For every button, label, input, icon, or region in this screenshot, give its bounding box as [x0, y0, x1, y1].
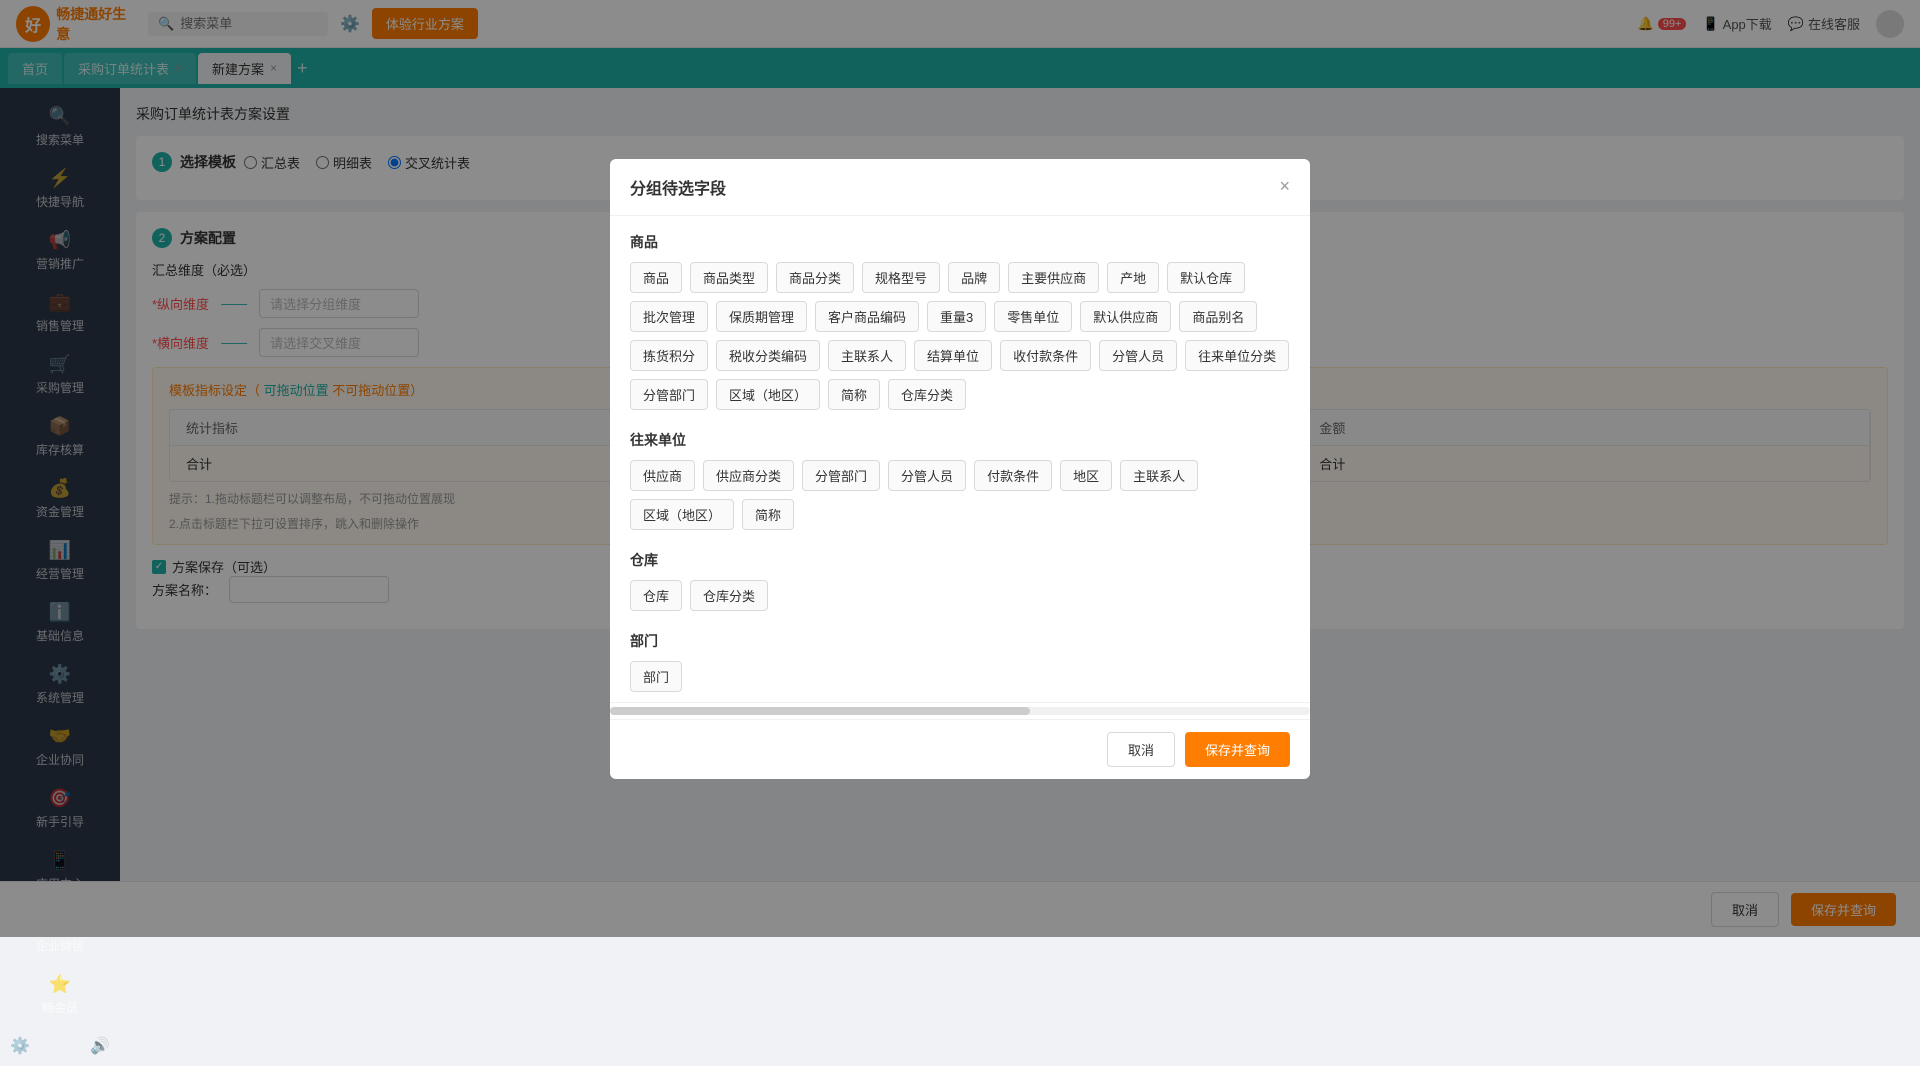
- field-tag[interactable]: 拣货积分: [630, 340, 708, 371]
- field-tag[interactable]: 供应商分类: [703, 460, 794, 491]
- field-tag[interactable]: 部门: [630, 661, 682, 692]
- field-tag[interactable]: 商品分类: [776, 262, 854, 293]
- modal: 分组待选字段 × 商品 商品 商品类型 商品分类 规格型号 品牌 主要供应商 产…: [610, 159, 1310, 779]
- field-tag[interactable]: 商品: [630, 262, 682, 293]
- field-tag[interactable]: 重量3: [927, 301, 986, 332]
- field-group-partner: 往来单位 供应商 供应商分类 分管部门 分管人员 付款条件 地区 主联系人 区域…: [630, 430, 1290, 530]
- field-tag[interactable]: 区域（地区）: [630, 499, 734, 530]
- field-tag[interactable]: 分管人员: [888, 460, 966, 491]
- modal-header: 分组待选字段 ×: [610, 159, 1310, 216]
- field-tags-warehouse: 仓库 仓库分类: [630, 580, 1290, 611]
- sidebar-item-member-label: 畅会员: [42, 999, 78, 1016]
- field-tag[interactable]: 主要供应商: [1008, 262, 1099, 293]
- modal-save-button[interactable]: 保存并查询: [1185, 732, 1290, 767]
- hscroll-thumb: [610, 707, 1030, 715]
- field-tag[interactable]: 规格型号: [862, 262, 940, 293]
- field-tag[interactable]: 往来单位分类: [1185, 340, 1289, 371]
- field-tag[interactable]: 付款条件: [974, 460, 1052, 491]
- field-tag[interactable]: 仓库: [630, 580, 682, 611]
- field-group-department-title: 部门: [630, 631, 1290, 651]
- field-tag[interactable]: 保质期管理: [716, 301, 807, 332]
- horizontal-scrollbar[interactable]: [610, 707, 1310, 715]
- field-group-department: 部门 部门: [630, 631, 1290, 692]
- field-tag[interactable]: 仓库分类: [690, 580, 768, 611]
- field-tag[interactable]: 产地: [1107, 262, 1159, 293]
- field-tag[interactable]: 简称: [742, 499, 794, 530]
- field-group-warehouse: 仓库 仓库 仓库分类: [630, 550, 1290, 611]
- field-tag[interactable]: 区域（地区）: [716, 379, 820, 410]
- field-tag[interactable]: 仓库分类: [888, 379, 966, 410]
- field-tag[interactable]: 主联系人: [1120, 460, 1198, 491]
- sidebar-item-member[interactable]: ⭐ 畅会员: [0, 964, 120, 1026]
- field-tag[interactable]: 分管部门: [630, 379, 708, 410]
- field-tag[interactable]: 商品类型: [690, 262, 768, 293]
- field-tag[interactable]: 地区: [1060, 460, 1112, 491]
- modal-footer: 取消 保存并查询: [610, 719, 1310, 779]
- field-tag[interactable]: 默认供应商: [1080, 301, 1171, 332]
- modal-close-button[interactable]: ×: [1279, 176, 1290, 197]
- audio-icon[interactable]: 🔊: [90, 1036, 110, 1056]
- field-tag[interactable]: 批次管理: [630, 301, 708, 332]
- field-group-product-title: 商品: [630, 232, 1290, 252]
- field-tag[interactable]: 结算单位: [914, 340, 992, 371]
- modal-title: 分组待选字段: [630, 175, 726, 199]
- field-tag[interactable]: 收付款条件: [1000, 340, 1091, 371]
- field-tags-department: 部门: [630, 661, 1290, 692]
- field-group-warehouse-title: 仓库: [630, 550, 1290, 570]
- field-tag[interactable]: 税收分类编码: [716, 340, 820, 371]
- modal-overlay: 分组待选字段 × 商品 商品 商品类型 商品分类 规格型号 品牌 主要供应商 产…: [0, 0, 1920, 937]
- field-group-partner-title: 往来单位: [630, 430, 1290, 450]
- field-tags-partner: 供应商 供应商分类 分管部门 分管人员 付款条件 地区 主联系人 区域（地区） …: [630, 460, 1290, 530]
- field-tag[interactable]: 商品别名: [1179, 301, 1257, 332]
- field-tag[interactable]: 品牌: [948, 262, 1000, 293]
- field-group-product: 商品 商品 商品类型 商品分类 规格型号 品牌 主要供应商 产地 默认仓库 批次…: [630, 232, 1290, 410]
- field-tag[interactable]: 主联系人: [828, 340, 906, 371]
- field-tag[interactable]: 供应商: [630, 460, 695, 491]
- field-tag[interactable]: 分管部门: [802, 460, 880, 491]
- member-icon: ⭐: [49, 974, 71, 995]
- field-tag[interactable]: 默认仓库: [1167, 262, 1245, 293]
- modal-cancel-button[interactable]: 取消: [1107, 732, 1175, 767]
- sidebar-bottom: ⚙️ 🔊: [0, 1026, 120, 1066]
- field-tag[interactable]: 零售单位: [994, 301, 1072, 332]
- sidebar-item-wechat-label: 企业微信: [36, 937, 84, 954]
- field-tags-product: 商品 商品类型 商品分类 规格型号 品牌 主要供应商 产地 默认仓库 批次管理 …: [630, 262, 1290, 410]
- field-tag[interactable]: 客户商品编码: [815, 301, 919, 332]
- settings-bottom-icon[interactable]: ⚙️: [10, 1036, 30, 1056]
- field-tag[interactable]: 分管人员: [1099, 340, 1177, 371]
- modal-body: 商品 商品 商品类型 商品分类 规格型号 品牌 主要供应商 产地 默认仓库 批次…: [610, 216, 1310, 702]
- field-tag[interactable]: 简称: [828, 379, 880, 410]
- modal-hscroll: [610, 702, 1310, 719]
